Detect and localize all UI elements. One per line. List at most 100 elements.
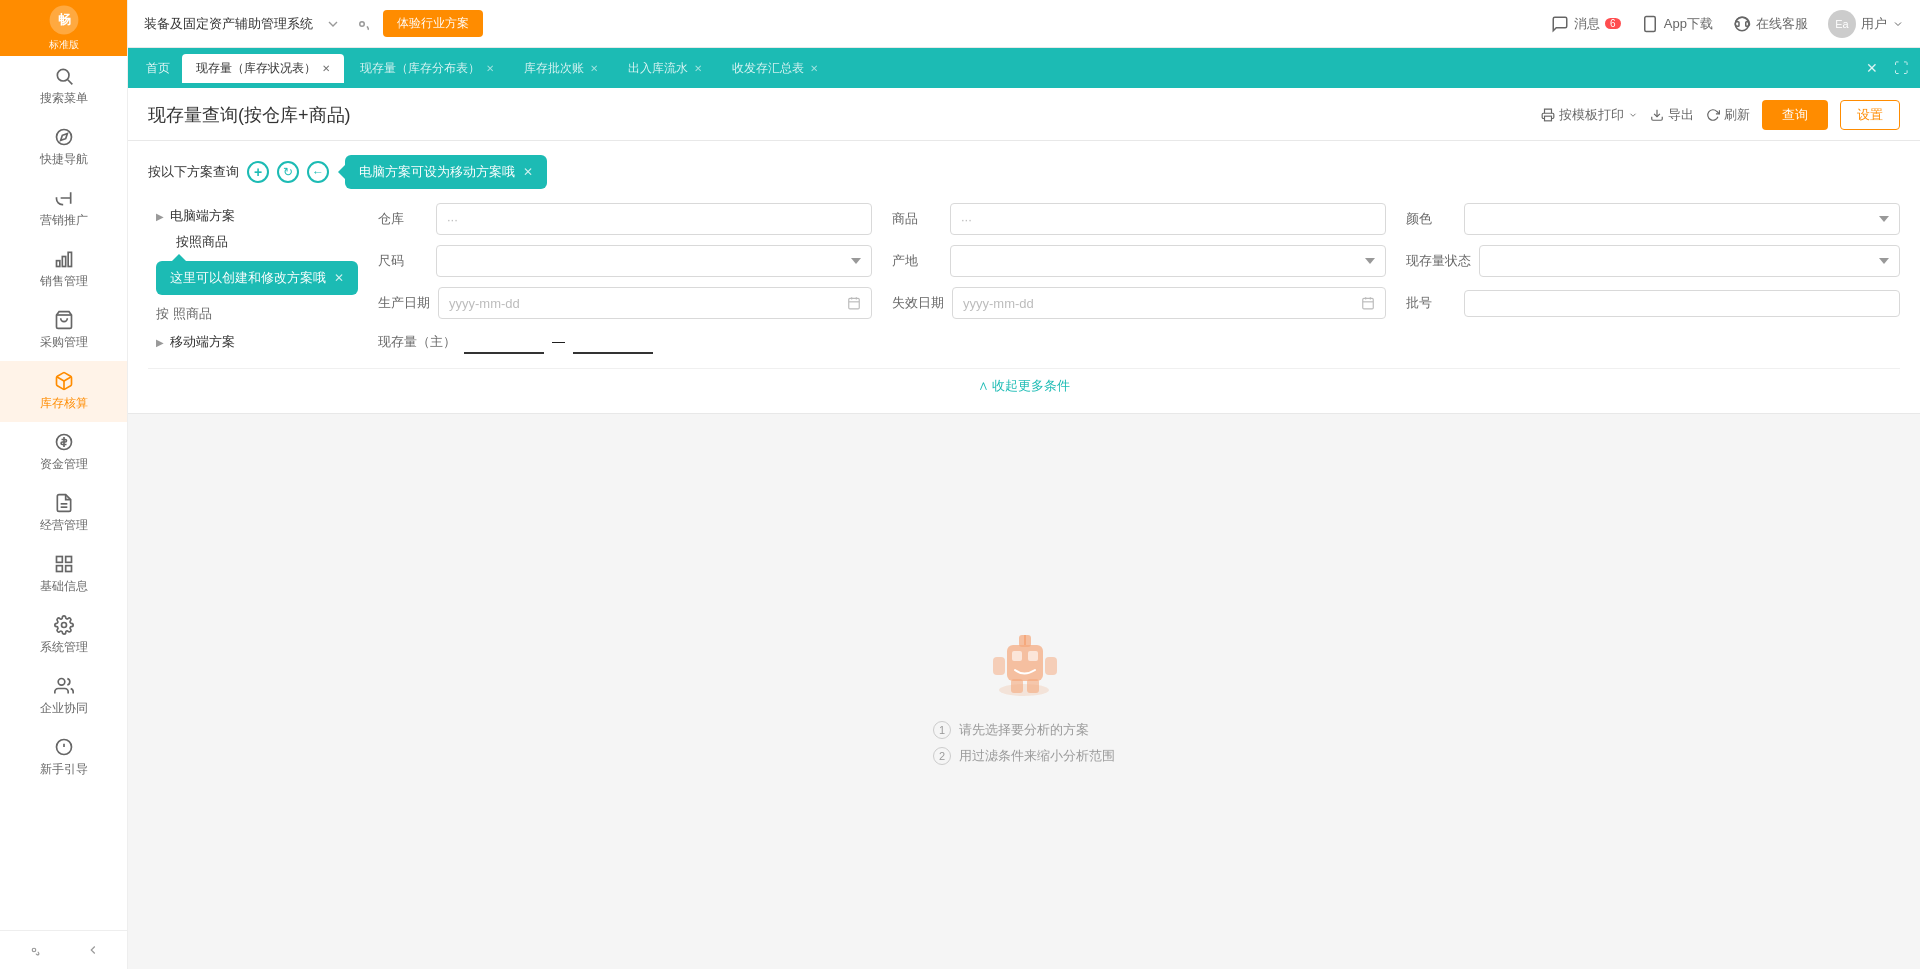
page-title: 现存量查询(按仓库+商品) [148,103,351,127]
svg-rect-45 [1045,657,1057,675]
pc-scheme-item[interactable]: ▶ 电脑端方案 [156,203,358,229]
filter-back-btn[interactable]: ← [307,161,329,183]
topbar-right: 消息 6 App下载 在线客服 Ea 用户 [1551,10,1904,38]
production-date-label: 生产日期 [378,294,430,312]
empty-step-1: 1 请先选择要分析的方案 [933,717,1115,743]
empty-step-2: 2 用过滤条件来缩小分析范围 [933,743,1115,769]
message-btn[interactable]: 消息 6 [1551,15,1621,33]
reset-btn[interactable]: 设置 [1840,100,1900,130]
support-btn[interactable]: 在线客服 [1733,15,1808,33]
sidebar-bottom [0,930,127,969]
file-icon [54,493,74,513]
grid-icon [54,554,74,574]
dropdown-arrow-icon[interactable] [325,16,341,32]
message-icon [1551,15,1569,33]
svg-rect-40 [1012,651,1022,661]
batch-input[interactable] [1464,290,1900,317]
filter-item-stock-status: 现存量状态 [1406,245,1900,277]
refresh-btn[interactable]: 刷新 [1706,106,1750,124]
scheme-tooltip-close[interactable]: ✕ [523,165,533,179]
industry-solution-btn[interactable]: 体验行业方案 [383,10,483,37]
warehouse-select[interactable]: ··· [436,203,872,235]
app-download-btn[interactable]: App下载 [1641,15,1713,33]
tab-home[interactable]: 首页 [136,54,180,83]
size-select[interactable] [436,245,872,277]
collapse-btn[interactable]: ∧ 收起更多条件 [148,368,1900,399]
tab-inventory-dist[interactable]: 现存量（库存分布表） ✕ [346,54,508,83]
system-title: 装备及固定资产辅助管理系统 [144,15,313,33]
tab-receive-summary[interactable]: 收发存汇总表 ✕ [718,54,832,83]
pc-arrow-icon: ▶ [156,211,164,222]
sidebar-item-operations[interactable]: 经营管理 [0,483,127,544]
export-icon [1650,108,1664,122]
svg-rect-6 [56,261,59,267]
sidebar-item-sales[interactable]: 销售管理 [0,239,127,300]
sidebar-item-quicknav[interactable]: 快捷导航 [0,117,127,178]
edit-tooltip: 这里可以创建和修改方案哦 ✕ [156,261,358,295]
collapse-bottom-btn[interactable] [86,943,100,957]
export-btn[interactable]: 导出 [1650,106,1694,124]
svg-rect-17 [65,566,71,572]
color-select[interactable] [1464,203,1900,235]
box-icon [54,371,74,391]
svg-rect-8 [68,252,71,266]
print-btn[interactable]: 按模板打印 [1541,106,1638,124]
sidebar-item-inventory[interactable]: 库存核算 [0,361,127,422]
page-title-row: 现存量查询(按仓库+商品) 按模板打印 导出 刷新 查 [148,100,1900,130]
tab-batch-ledger[interactable]: 库存批次账 ✕ [510,54,612,83]
topbar: 装备及固定资产辅助管理系统 体验行业方案 消息 6 App下载 在线客服 Ea [128,0,1920,48]
tab-close-all-btn[interactable]: ✕ [1862,58,1882,78]
pc-child-item[interactable]: 按照商品 [176,229,358,255]
tab-inout-flow[interactable]: 出入库流水 ✕ [614,54,716,83]
main-area: 装备及固定资产辅助管理系统 体验行业方案 消息 6 App下载 在线客服 Ea [128,0,1920,969]
tab-close-receive-summary[interactable]: ✕ [810,63,818,74]
guide-icon [54,737,74,757]
message-badge: 6 [1605,18,1621,29]
tab-inventory-status[interactable]: 现存量（库存状况表） ✕ [182,54,344,83]
tab-close-batch-ledger[interactable]: ✕ [590,63,598,74]
color-label: 颜色 [1406,210,1456,228]
stock-status-select[interactable] [1479,245,1900,277]
filter-add-btn[interactable]: + [247,161,269,183]
stock-main-max-input[interactable] [573,329,653,354]
origin-label: 产地 [892,252,942,270]
svg-point-38 [999,684,1049,696]
sidebar-item-system[interactable]: 系统管理 [0,605,127,666]
sidebar-item-finance[interactable]: 资金管理 [0,422,127,483]
svg-rect-28 [1545,116,1552,121]
empty-illustration: 1 请先选择要分析的方案 2 用过滤条件来缩小分析范围 [933,615,1115,769]
tab-close-inventory-dist[interactable]: ✕ [486,63,494,74]
origin-select[interactable] [950,245,1386,277]
svg-line-3 [67,80,72,85]
svg-point-2 [57,69,69,81]
sidebar-item-search[interactable]: 搜索菜单 [0,56,127,117]
tab-close-inventory-status[interactable]: ✕ [322,63,330,74]
megaphone-icon [54,188,74,208]
edit-tooltip-close[interactable]: ✕ [334,271,344,285]
tab-expand-btn[interactable]: ⛶ [1890,58,1912,78]
sidebar-item-purchase[interactable]: 采购管理 [0,300,127,361]
tab-close-inout-flow[interactable]: ✕ [694,63,702,74]
expiry-date-input[interactable]: yyyy-mm-dd [952,287,1386,319]
sidebar-item-newbie[interactable]: 新手引导 [0,727,127,788]
gear-topbar-icon[interactable] [353,15,371,33]
settings-bottom-btn[interactable] [27,943,41,957]
sidebar-item-enterprise[interactable]: 企业协同 [0,666,127,727]
phone-icon [1641,15,1659,33]
user-menu[interactable]: Ea 用户 [1828,10,1904,38]
filter-refresh-btn[interactable]: ↻ [277,161,299,183]
main-result-area: 1 请先选择要分析的方案 2 用过滤条件来缩小分析范围 [128,414,1920,969]
logo-icon: 畅 [48,4,80,36]
settings-bottom-icon [27,943,41,957]
mobile-arrow-icon: ▶ [156,337,164,348]
sidebar-item-marketing[interactable]: 营销推广 [0,178,127,239]
page-header: 现存量查询(按仓库+商品) 按模板打印 导出 刷新 查 [128,88,1920,141]
sidebar-item-base[interactable]: 基础信息 [0,544,127,605]
mobile-scheme-item[interactable]: ▶ 移动端方案 [156,329,358,355]
search-btn[interactable]: 查询 [1762,100,1828,130]
goods-select[interactable]: ··· [950,203,1386,235]
goods-label: 商品 [892,210,942,228]
production-date-input[interactable]: yyyy-mm-dd [438,287,872,319]
settings-icon [54,615,74,635]
stock-main-min-input[interactable] [464,329,544,354]
